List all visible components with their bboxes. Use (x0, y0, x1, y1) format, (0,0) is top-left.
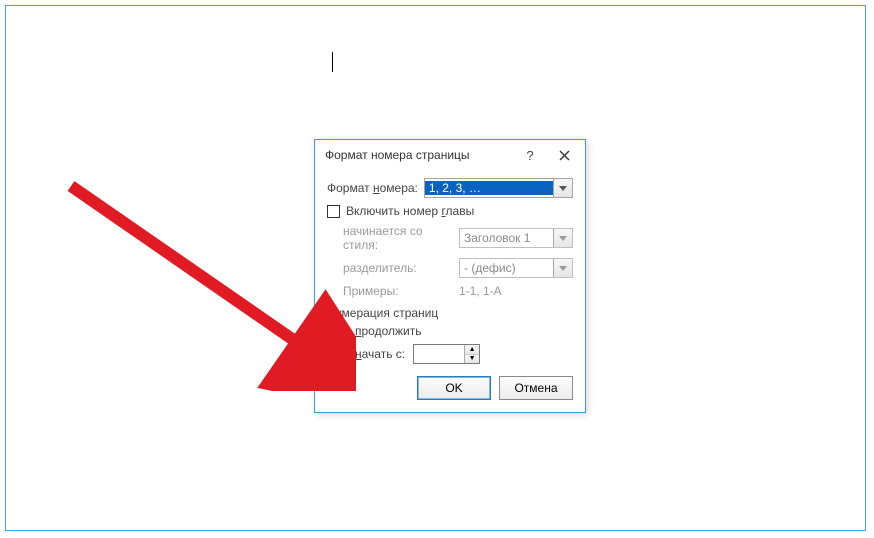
dialog-titlebar[interactable]: Формат номера страницы ? (315, 140, 585, 170)
close-icon (559, 150, 570, 161)
help-button[interactable]: ? (513, 142, 547, 168)
starts-with-style-label: начинается со стиля: (343, 224, 459, 252)
starts-with-style-value: Заголовок 1 (460, 231, 553, 245)
separator-select[interactable]: - (дефис) (459, 258, 573, 278)
chevron-down-icon (553, 229, 572, 247)
number-format-row: Формат номера: 1, 2, 3, … (327, 178, 573, 198)
start-at-row: начать с: ▲ ▼ (337, 344, 573, 364)
start-at-radio[interactable] (337, 348, 349, 360)
separator-value: - (дефис) (460, 261, 553, 275)
include-chapter-label: Включить номер главы (346, 204, 474, 218)
page-numbering-group-label: Нумерация страниц (327, 306, 573, 320)
chapter-settings: начинается со стиля: Заголовок 1 раздели… (343, 224, 573, 298)
annotation-arrow (66, 181, 356, 391)
dialog-body: Формат номера: 1, 2, 3, … Включить номер… (315, 170, 585, 412)
chevron-down-icon (553, 179, 572, 197)
document-viewport: Формат номера страницы ? Формат номера: … (5, 5, 866, 531)
separator-label: разделитель: (343, 261, 459, 275)
starts-with-style-select[interactable]: Заголовок 1 (459, 228, 573, 248)
cancel-button[interactable]: Отмена (499, 376, 573, 400)
chevron-down-icon (553, 259, 572, 277)
start-at-input[interactable] (414, 345, 464, 363)
spinner-down[interactable]: ▼ (465, 355, 479, 364)
start-at-spinner[interactable]: ▲ ▼ (413, 344, 480, 364)
start-at-label: начать с: (355, 347, 405, 361)
dialog-buttons: OK Отмена (327, 376, 573, 400)
number-format-value: 1, 2, 3, … (425, 181, 553, 195)
continue-label: продолжить (355, 324, 421, 338)
include-chapter-row: Включить номер главы (327, 204, 573, 218)
ok-button[interactable]: OK (417, 376, 491, 400)
text-cursor (332, 52, 333, 72)
examples-label: Примеры: (343, 284, 459, 298)
page-number-format-dialog: Формат номера страницы ? Формат номера: … (314, 139, 586, 413)
continue-radio[interactable] (337, 325, 349, 337)
dialog-title: Формат номера страницы (325, 148, 513, 162)
number-format-label: Формат номера: (327, 181, 418, 195)
number-format-select[interactable]: 1, 2, 3, … (424, 178, 573, 198)
examples-value: 1-1, 1-A (459, 284, 502, 298)
close-button[interactable] (547, 142, 581, 168)
include-chapter-checkbox[interactable] (327, 205, 340, 218)
spinner-up[interactable]: ▲ (465, 345, 479, 355)
continue-row: продолжить (337, 324, 573, 338)
